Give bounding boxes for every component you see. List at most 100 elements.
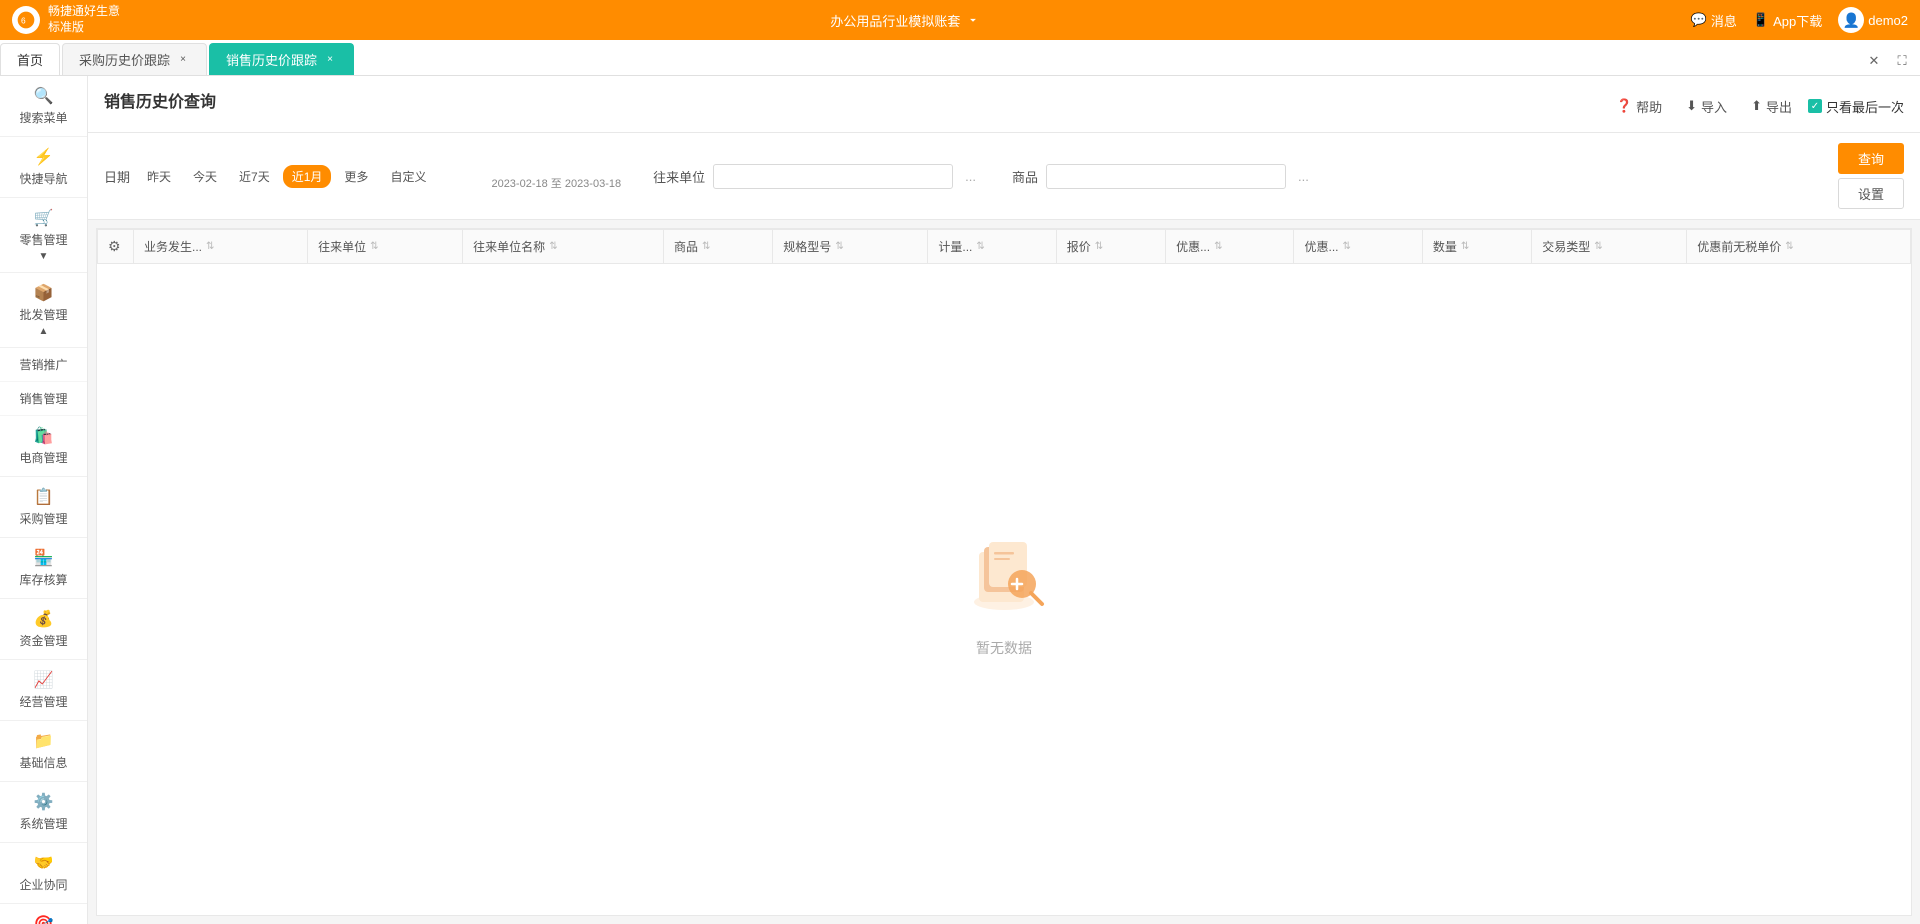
close-window-btn[interactable]: ✕ (1864, 51, 1884, 71)
sidebar-item-finance[interactable]: 💰 资金管理 (0, 599, 87, 660)
tab-sales-label: 销售历史价跟踪 (226, 50, 317, 69)
sidebar-item-ecommerce[interactable]: 🛍️ 电商管理 (0, 416, 87, 477)
export-icon: ⬆ (1751, 98, 1762, 114)
date-label: 日期 (104, 167, 130, 186)
maximize-btn[interactable]: ⛶ (1892, 51, 1912, 71)
sidebar-item-sales-mgmt[interactable]: 销售管理 (0, 382, 87, 416)
import-btn[interactable]: ⬇ 导入 (1678, 93, 1735, 120)
partner-dots[interactable]: ... (961, 169, 980, 184)
col-biz-date: 业务发生... ⇅ (134, 230, 308, 264)
ecommerce-icon: 🛍️ (34, 426, 54, 446)
date-btn-yesterday[interactable]: 昨天 (138, 165, 180, 188)
sidebar-item-inventory[interactable]: 🏪 库存核算 (0, 538, 87, 599)
sort-spec-icon[interactable]: ⇅ (835, 241, 843, 252)
sidebar-item-guide[interactable]: 🎯 新手引导 (0, 904, 87, 924)
sort-biz-date-icon[interactable]: ⇅ (206, 241, 214, 252)
export-btn[interactable]: ⬆ 导出 (1743, 93, 1800, 120)
sort-price-icon[interactable]: ⇅ (1095, 241, 1103, 252)
settings-btn[interactable]: 设置 (1838, 178, 1904, 209)
sidebar-item-enterprise[interactable]: 🤝 企业协同 (0, 843, 87, 904)
toolbar-right: ❓ 帮助 ⬇ 导入 ⬆ 导出 只看最后一次 (1608, 93, 1904, 120)
sidebar-item-quick-nav[interactable]: ⚡ 快捷导航 (0, 137, 87, 198)
wholesale-icon: 📦 (34, 283, 54, 303)
app-download-btn[interactable]: 📱 App下载 (1753, 11, 1822, 30)
wholesale-arrow-icon: ▲ (39, 326, 49, 337)
sidebar-item-marketing[interactable]: 营销推广 (0, 348, 87, 382)
message-btn[interactable]: 💬 消息 (1691, 11, 1737, 30)
purchase-icon: 📋 (34, 487, 54, 507)
date-btn-today[interactable]: 今天 (184, 165, 226, 188)
data-table: ⚙ 业务发生... ⇅ 往来单位 ⇅ (97, 229, 1911, 264)
only-last-checkbox[interactable] (1808, 99, 1822, 113)
date-btn-7days[interactable]: 近7天 (230, 165, 279, 188)
date-btn-custom[interactable]: 自定义 (381, 165, 435, 188)
sidebar-item-system[interactable]: ⚙️ 系统管理 (0, 782, 87, 843)
tab-home-label: 首页 (17, 50, 43, 69)
finance-icon: 💰 (34, 609, 54, 629)
sidebar-item-ecommerce-label: 电商管理 (19, 449, 67, 466)
basic-info-icon: 📁 (34, 731, 54, 751)
sort-qty-icon[interactable]: ⇅ (1461, 241, 1469, 252)
product-label: 商品 (1012, 167, 1038, 186)
filter-actions: 查询 设置 (1838, 143, 1904, 209)
sort-partner-name-icon[interactable]: ⇅ (549, 241, 557, 252)
app-title: 办公用品行业模拟账套 (830, 11, 960, 30)
empty-text: 暂无数据 (976, 638, 1032, 658)
partner-input[interactable] (713, 164, 953, 189)
sidebar-item-retail-label: 零售管理 (19, 231, 67, 248)
partner-filter-group: 往来单位 ... (653, 164, 980, 189)
gear-btn[interactable]: ⚙ (108, 238, 121, 255)
sidebar-item-search[interactable]: 🔍 搜索菜单 (0, 76, 87, 137)
only-last-checkbox-label[interactable]: 只看最后一次 (1808, 97, 1904, 116)
svg-text:6: 6 (21, 15, 26, 25)
sidebar-item-sales-mgmt-label: 销售管理 (19, 392, 67, 406)
sort-discount-rate-icon[interactable]: ⇅ (1214, 241, 1222, 252)
product-dots[interactable]: ... (1294, 169, 1313, 184)
sort-trade-type-icon[interactable]: ⇅ (1594, 241, 1602, 252)
date-btn-more[interactable]: 更多 (335, 165, 377, 188)
enterprise-icon: 🤝 (34, 853, 54, 873)
user-menu[interactable]: 👤 demo2 (1838, 7, 1908, 33)
tab-home[interactable]: 首页 (0, 43, 60, 75)
sidebar-item-basic-info[interactable]: 📁 基础信息 (0, 721, 87, 782)
sidebar-item-purchase-label: 采购管理 (19, 510, 67, 527)
query-btn[interactable]: 查询 (1838, 143, 1904, 174)
sidebar: 🔍 搜索菜单 ⚡ 快捷导航 🛒 零售管理 ▼ 📦 批发管理 ▲ 营销推广 销售管… (0, 76, 88, 924)
sort-discount-amt-icon[interactable]: ⇅ (1343, 241, 1351, 252)
date-btn-1month[interactable]: 近1月 (283, 165, 332, 188)
col-spec: 规格型号 ⇅ (773, 230, 928, 264)
topbar: 6 畅捷通好生意 标准版 办公用品行业模拟账套 💬 消息 📱 App下载 👤 d… (0, 0, 1920, 40)
tab-purchase-label: 采购历史价跟踪 (79, 50, 170, 69)
logo-text: 畅捷通好生意 标准版 (48, 4, 120, 35)
sort-pretax-price-icon[interactable]: ⇅ (1785, 241, 1793, 252)
sidebar-item-wholesale[interactable]: 📦 批发管理 ▲ (0, 273, 87, 348)
content: 销售历史价查询 ❓ 帮助 ⬇ 导入 ⬆ 导出 (88, 76, 1920, 924)
topbar-center[interactable]: 办公用品行业模拟账套 (830, 11, 980, 30)
sidebar-item-system-label: 系统管理 (19, 815, 67, 832)
sort-partner-code-icon[interactable]: ⇅ (370, 241, 378, 252)
empty-icon (954, 522, 1054, 622)
sidebar-item-quick-nav-label: 快捷导航 (19, 170, 67, 187)
help-btn[interactable]: ❓ 帮助 (1608, 93, 1670, 120)
product-input[interactable] (1046, 164, 1286, 189)
topbar-left: 6 畅捷通好生意 标准版 (12, 4, 120, 35)
retail-arrow-icon: ▼ (39, 251, 49, 262)
sidebar-item-retail[interactable]: 🛒 零售管理 ▼ (0, 198, 87, 273)
sidebar-item-wholesale-label: 批发管理 (19, 306, 67, 323)
page-header: 销售历史价查询 ❓ 帮助 ⬇ 导入 ⬆ 导出 (88, 76, 1920, 133)
col-partner-code: 往来单位 ⇅ (308, 230, 463, 264)
date-filter-group: 日期 昨天 今天 近7天 近1月 更多 自定义 (104, 165, 435, 188)
tab-purchase-close[interactable]: × (176, 53, 190, 67)
help-icon: ❓ (1616, 98, 1632, 114)
sort-unit-icon[interactable]: ⇅ (976, 241, 984, 252)
sidebar-item-purchase[interactable]: 📋 采购管理 (0, 477, 87, 538)
main-layout: 🔍 搜索菜单 ⚡ 快捷导航 🛒 零售管理 ▼ 📦 批发管理 ▲ 营销推广 销售管… (0, 76, 1920, 924)
filter-area: 日期 昨天 今天 近7天 近1月 更多 自定义 2023-02-18 至 202… (88, 133, 1920, 220)
sidebar-item-operations[interactable]: 📈 经营管理 (0, 660, 87, 721)
tab-sales-history[interactable]: 销售历史价跟踪 × (209, 43, 354, 75)
tab-sales-close[interactable]: × (323, 53, 337, 67)
sort-product-icon[interactable]: ⇅ (702, 241, 710, 252)
product-filter-group: 商品 ... (1012, 164, 1313, 189)
download-icon: 📱 (1753, 12, 1769, 28)
tab-purchase-history[interactable]: 采购历史价跟踪 × (62, 43, 207, 75)
